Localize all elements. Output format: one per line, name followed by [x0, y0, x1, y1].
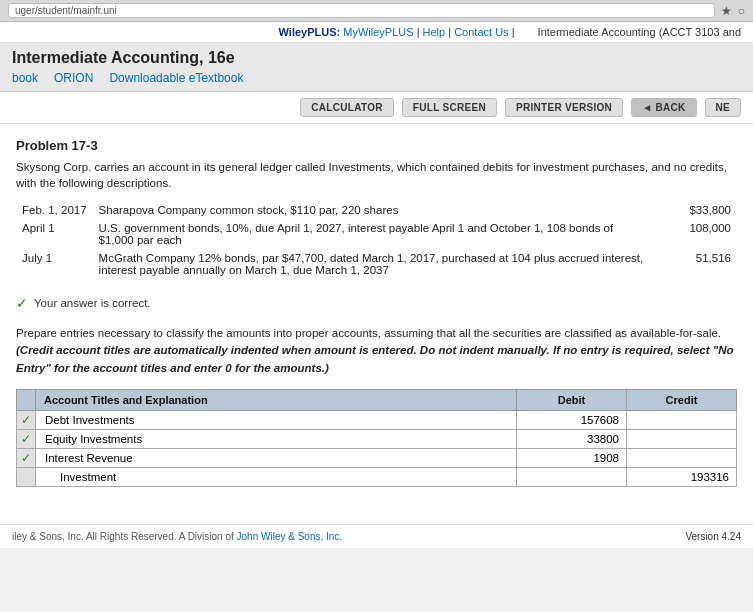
header-debit: Debit	[517, 389, 627, 410]
header-check-col	[17, 389, 36, 410]
footer-link[interactable]: John Wiley & Sons, Inc.	[237, 531, 343, 542]
full-screen-button[interactable]: FULL SCREEN	[402, 98, 497, 117]
browser-bar: uger/student/mainfr.uni ★ ○	[0, 0, 753, 22]
credit-input-2[interactable]	[631, 432, 732, 446]
browser-icons: ★ ○	[721, 4, 745, 18]
debit-input-4[interactable]	[521, 470, 622, 484]
entry-row-3: ✓	[17, 448, 737, 467]
transaction-desc-2: U.S. government bonds, 10%, due April 1,…	[93, 219, 657, 249]
account-input-3[interactable]	[42, 451, 510, 465]
credit-cell-4[interactable]	[627, 467, 737, 486]
table-row: July 1 McGrath Company 12% bonds, par $4…	[16, 249, 737, 279]
course-title: Intermediate Accounting (ACCT 3103 and	[538, 26, 741, 38]
credit-input-4[interactable]	[631, 470, 732, 484]
circle-icon: ○	[738, 4, 745, 18]
transaction-date-1: Feb. 1, 2017	[16, 201, 93, 219]
account-input-1[interactable]	[42, 413, 510, 427]
calculator-button[interactable]: CALCULATOR	[300, 98, 394, 117]
correct-text: Your answer is correct.	[34, 297, 151, 309]
contact-link[interactable]: Contact Us	[454, 26, 508, 38]
correct-notice: ✓ Your answer is correct.	[16, 291, 737, 315]
entry-table: Account Titles and Explanation Debit Cre…	[16, 389, 737, 487]
table-row: April 1 U.S. government bonds, 10%, due …	[16, 219, 737, 249]
row-check-icon-3: ✓	[21, 451, 31, 465]
credit-input-1[interactable]	[631, 413, 732, 427]
transaction-date-2: April 1	[16, 219, 93, 249]
row-check-icon-2: ✓	[21, 432, 31, 446]
debit-cell-4[interactable]	[517, 467, 627, 486]
problem-description: Skysong Corp. carries an account in its …	[16, 159, 737, 191]
wiley-brand: WileyPLUS:	[279, 26, 341, 38]
credit-cell-2[interactable]	[627, 429, 737, 448]
debit-input-1[interactable]	[521, 413, 622, 427]
transaction-amount-3: 51,516	[657, 249, 737, 279]
version-label: Version 4.24	[685, 531, 741, 542]
footer: iley & Sons, Inc. All Rights Reserved. A…	[0, 524, 753, 548]
check-cell-2: ✓	[17, 429, 36, 448]
account-cell-3[interactable]	[36, 448, 517, 467]
footer-copyright-text: iley & Sons, Inc. All Rights Reserved. A…	[12, 531, 237, 542]
table-header-row: Account Titles and Explanation Debit Cre…	[17, 389, 737, 410]
footer-copyright: iley & Sons, Inc. All Rights Reserved. A…	[12, 531, 342, 542]
help-link[interactable]: Help	[423, 26, 446, 38]
instructions: Prepare entries necessary to classify th…	[16, 325, 737, 377]
account-cell-2[interactable]	[36, 429, 517, 448]
credit-input-3[interactable]	[631, 451, 732, 465]
transaction-desc-1: Sharapova Company common stock, $110 par…	[93, 201, 657, 219]
nav-orion[interactable]: ORION	[54, 71, 93, 85]
transaction-amount-1: $33,800	[657, 201, 737, 219]
app-header: Intermediate Accounting, 16e book ORION …	[0, 43, 753, 92]
nav-etextbook[interactable]: Downloadable eTextbook	[109, 71, 243, 85]
entry-row-4: ✓	[17, 467, 737, 486]
debit-cell-1[interactable]	[517, 410, 627, 429]
table-row: Feb. 1, 2017 Sharapova Company common st…	[16, 201, 737, 219]
entry-row-2: ✓	[17, 429, 737, 448]
nav-book[interactable]: book	[12, 71, 38, 85]
check-cell-3: ✓	[17, 448, 36, 467]
debit-cell-2[interactable]	[517, 429, 627, 448]
credit-cell-3[interactable]	[627, 448, 737, 467]
toolbar: CALCULATOR FULL SCREEN PRINTER VERSION ◄…	[0, 92, 753, 124]
row-check-icon-1: ✓	[21, 413, 31, 427]
account-cell-4[interactable]	[36, 467, 517, 486]
account-input-4[interactable]	[42, 470, 510, 484]
transactions-table: Feb. 1, 2017 Sharapova Company common st…	[16, 201, 737, 279]
check-cell-1: ✓	[17, 410, 36, 429]
instruction-bold: (Credit account titles are automatically…	[16, 344, 734, 373]
transaction-date-3: July 1	[16, 249, 93, 279]
debit-cell-3[interactable]	[517, 448, 627, 467]
transaction-amount-2: 108,000	[657, 219, 737, 249]
problem-title: Problem 17-3	[16, 138, 737, 153]
row-check-icon-4: ✓	[21, 470, 31, 484]
check-icon: ✓	[16, 295, 28, 311]
debit-input-3[interactable]	[521, 451, 622, 465]
account-cell-1[interactable]	[36, 410, 517, 429]
entry-row-1: ✓	[17, 410, 737, 429]
credit-cell-1[interactable]	[627, 410, 737, 429]
my-wiley-plus-link[interactable]: MyWileyPLUS	[343, 26, 413, 38]
app-title: Intermediate Accounting, 16e	[12, 49, 741, 67]
transaction-desc-3: McGrath Company 12% bonds, par $47,700, …	[93, 249, 657, 279]
instruction-text: Prepare entries necessary to classify th…	[16, 327, 721, 339]
back-button[interactable]: ◄ BACK	[631, 98, 696, 117]
account-input-2[interactable]	[42, 432, 510, 446]
debit-input-2[interactable]	[521, 432, 622, 446]
wiley-header: WileyPLUS: MyWileyPLUS | Help | Contact …	[0, 22, 753, 43]
header-credit: Credit	[627, 389, 737, 410]
next-button[interactable]: NE	[705, 98, 742, 117]
header-account: Account Titles and Explanation	[36, 389, 517, 410]
url-bar[interactable]: uger/student/mainfr.uni	[8, 3, 715, 18]
check-cell-4: ✓	[17, 467, 36, 486]
main-content: Problem 17-3 Skysong Corp. carries an ac…	[0, 124, 753, 524]
printer-version-button[interactable]: PRINTER VERSION	[505, 98, 623, 117]
star-icon: ★	[721, 4, 732, 18]
nav-bar: book ORION Downloadable eTextbook	[12, 71, 741, 85]
